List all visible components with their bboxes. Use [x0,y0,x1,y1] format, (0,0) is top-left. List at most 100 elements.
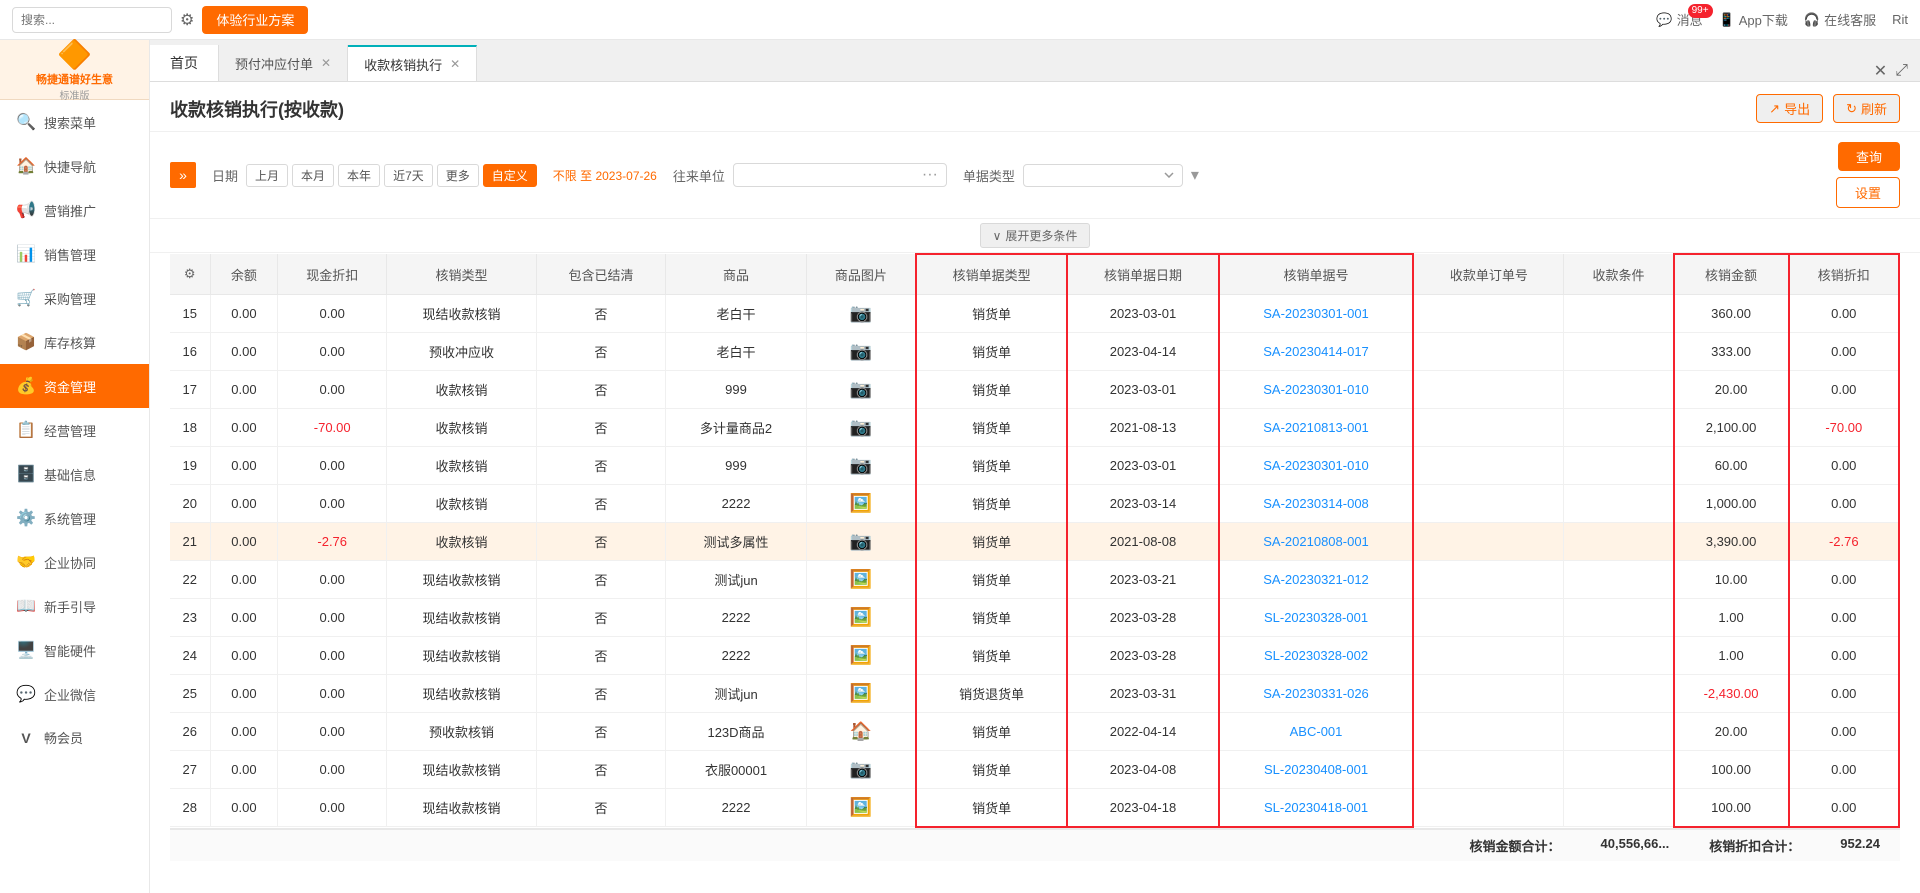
sidebar-item-guide[interactable]: 📖 新手引导 [0,584,149,628]
cell-bill-no[interactable]: SA-20230301-010 [1219,371,1414,409]
cell-img: 📷 [806,295,916,333]
cell-bill-no[interactable]: SA-20230301-010 [1219,447,1414,485]
partner-input[interactable] [742,168,918,183]
user-profile[interactable]: Rit [1892,12,1908,27]
sidebar-item-search-menu[interactable]: 🔍 搜索菜单 [0,100,149,144]
filter-expand-button[interactable]: » [170,162,196,188]
sidebar-item-biz[interactable]: 📋 经营管理 [0,408,149,452]
window-close-icon[interactable]: ✕ [1874,61,1887,81]
cell-pay-terms [1564,751,1674,789]
search-input[interactable] [12,7,172,33]
message-button[interactable]: 💬 消息 99+ [1656,10,1702,29]
sidebar-item-quick-nav[interactable]: 🏠 快捷导航 [0,144,149,188]
cell-bill-no[interactable]: SA-20230301-001 [1219,295,1414,333]
cell-type: 现结收款核销 [387,295,537,333]
sidebar-item-sales[interactable]: 📊 销售管理 [0,232,149,276]
solution-button[interactable]: 体验行业方案 [202,6,308,34]
cell-bill-date: 2023-03-31 [1067,675,1218,713]
expand-more-button[interactable]: ∨ 展开更多条件 [980,223,1091,248]
cell-bill-no[interactable]: SA-20230321-012 [1219,561,1414,599]
cell-bill-no[interactable]: SA-20230331-026 [1219,675,1414,713]
cell-order-no [1413,599,1564,637]
cell-discount: 0.00 [1789,599,1899,637]
bill-no-link[interactable]: SA-20230321-012 [1263,572,1369,587]
sidebar-item-purchase[interactable]: 🛒 采购管理 [0,276,149,320]
bill-no-link[interactable]: SL-20230328-002 [1264,648,1368,663]
cell-cash-discount: 0.00 [278,713,387,751]
bill-type-select[interactable] [1023,164,1183,187]
sidebar-item-inventory[interactable]: 📦 库存核算 [0,320,149,364]
col-gear[interactable]: ⚙ [170,254,210,295]
cell-bill-type: 销货单 [916,637,1067,675]
bill-no-link[interactable]: SA-20230301-010 [1263,458,1369,473]
refresh-button[interactable]: ↻ 刷新 [1833,94,1900,123]
cell-bill-type: 销货单 [916,447,1067,485]
date-btn-more[interactable]: 更多 [437,164,479,187]
cell-bill-date: 2022-04-14 [1067,713,1218,751]
table-footer: 核销金额合计： 40,556,66... 核销折扣合计： 952.24 [170,828,1900,861]
cell-num: 26 [170,713,210,751]
cell-goods: 2222 [666,789,807,827]
bill-no-link[interactable]: SA-20230301-001 [1263,306,1369,321]
bill-no-link[interactable]: SA-20230301-010 [1263,382,1369,397]
tab-collection[interactable]: 收款核销执行 ✕ [348,45,477,81]
settings-icon[interactable]: ⚙ [180,10,194,30]
cell-bill-no[interactable]: SA-20210813-001 [1219,409,1414,447]
cell-bill-no[interactable]: SA-20210808-001 [1219,523,1414,561]
cell-order-no [1413,675,1564,713]
logo-icon: 🔶 [57,38,92,71]
sidebar-item-marketing[interactable]: 📢 营销推广 [0,188,149,232]
sidebar-item-corp[interactable]: 🤝 企业协同 [0,540,149,584]
cell-discount: 0.00 [1789,675,1899,713]
filter-settings-button[interactable]: 设置 [1836,177,1900,208]
cell-img: 📷 [806,751,916,789]
cell-bill-no[interactable]: SL-20230328-001 [1219,599,1414,637]
bill-no-link[interactable]: SA-20230331-026 [1263,686,1369,701]
online-service-button[interactable]: 🎧 在线客服 [1804,10,1876,29]
sidebar-item-base[interactable]: 🗄️ 基础信息 [0,452,149,496]
tab-collection-close[interactable]: ✕ [450,57,460,71]
export-button[interactable]: ↗ 导出 [1756,94,1823,123]
tab-home[interactable]: 首页 [150,45,219,81]
date-btn-this-year[interactable]: 本年 [338,164,380,187]
sidebar-item-smart[interactable]: 🖥️ 智能硬件 [0,628,149,672]
date-range-display: 不限 至 2023-07-26 [553,167,657,184]
partner-dots-icon[interactable]: ··· [922,166,938,184]
query-button[interactable]: 查询 [1838,142,1900,171]
date-btn-custom[interactable]: 自定义 [483,164,537,187]
cell-bill-no[interactable]: SL-20230418-001 [1219,789,1414,827]
date-btn-7days[interactable]: 近7天 [384,164,433,187]
sidebar-item-finance[interactable]: 💰 资金管理 [0,364,149,408]
app-download-button[interactable]: 📱 App下载 [1719,10,1788,29]
bill-no-link[interactable]: SA-20230414-017 [1263,344,1369,359]
cell-bill-no[interactable]: SL-20230328-002 [1219,637,1414,675]
cell-bill-type: 销货退货单 [916,675,1067,713]
bill-no-link[interactable]: SA-20230314-008 [1263,496,1369,511]
date-btn-last-month[interactable]: 上月 [246,164,288,187]
cell-discount: -70.00 [1789,409,1899,447]
col-pay-terms: 收款条件 [1564,254,1674,295]
bill-type-dropdown-icon[interactable]: ▾ [1191,165,1199,185]
bill-no-link[interactable]: SA-20210813-001 [1263,420,1369,435]
sidebar-item-system[interactable]: ⚙️ 系统管理 [0,496,149,540]
cell-bill-no[interactable]: SL-20230408-001 [1219,751,1414,789]
sidebar-item-member[interactable]: V 畅会员 [0,716,149,759]
cell-balance: 0.00 [210,295,278,333]
bill-no-link[interactable]: SL-20230418-001 [1264,800,1368,815]
cell-bill-no[interactable]: SA-20230414-017 [1219,333,1414,371]
window-maximize-icon[interactable]: ⤢ [1895,62,1908,80]
bill-no-link[interactable]: SL-20230328-001 [1264,610,1368,625]
cell-bill-no[interactable]: ABC-001 [1219,713,1414,751]
bill-no-link[interactable]: SA-20210808-001 [1263,534,1369,549]
partner-label: 往来单位 [673,166,725,185]
sidebar-label-marketing: 营销推广 [44,201,96,220]
cell-balance: 0.00 [210,523,278,561]
sidebar-item-wechat[interactable]: 💬 企业微信 [0,672,149,716]
bill-no-link[interactable]: SL-20230408-001 [1264,762,1368,777]
tab-prepay-close[interactable]: ✕ [321,56,331,70]
cell-discount: 0.00 [1789,713,1899,751]
tab-prepay[interactable]: 预付冲应付单 ✕ [219,45,348,81]
date-btn-this-month[interactable]: 本月 [292,164,334,187]
cell-bill-no[interactable]: SA-20230314-008 [1219,485,1414,523]
bill-no-link[interactable]: ABC-001 [1290,724,1343,739]
